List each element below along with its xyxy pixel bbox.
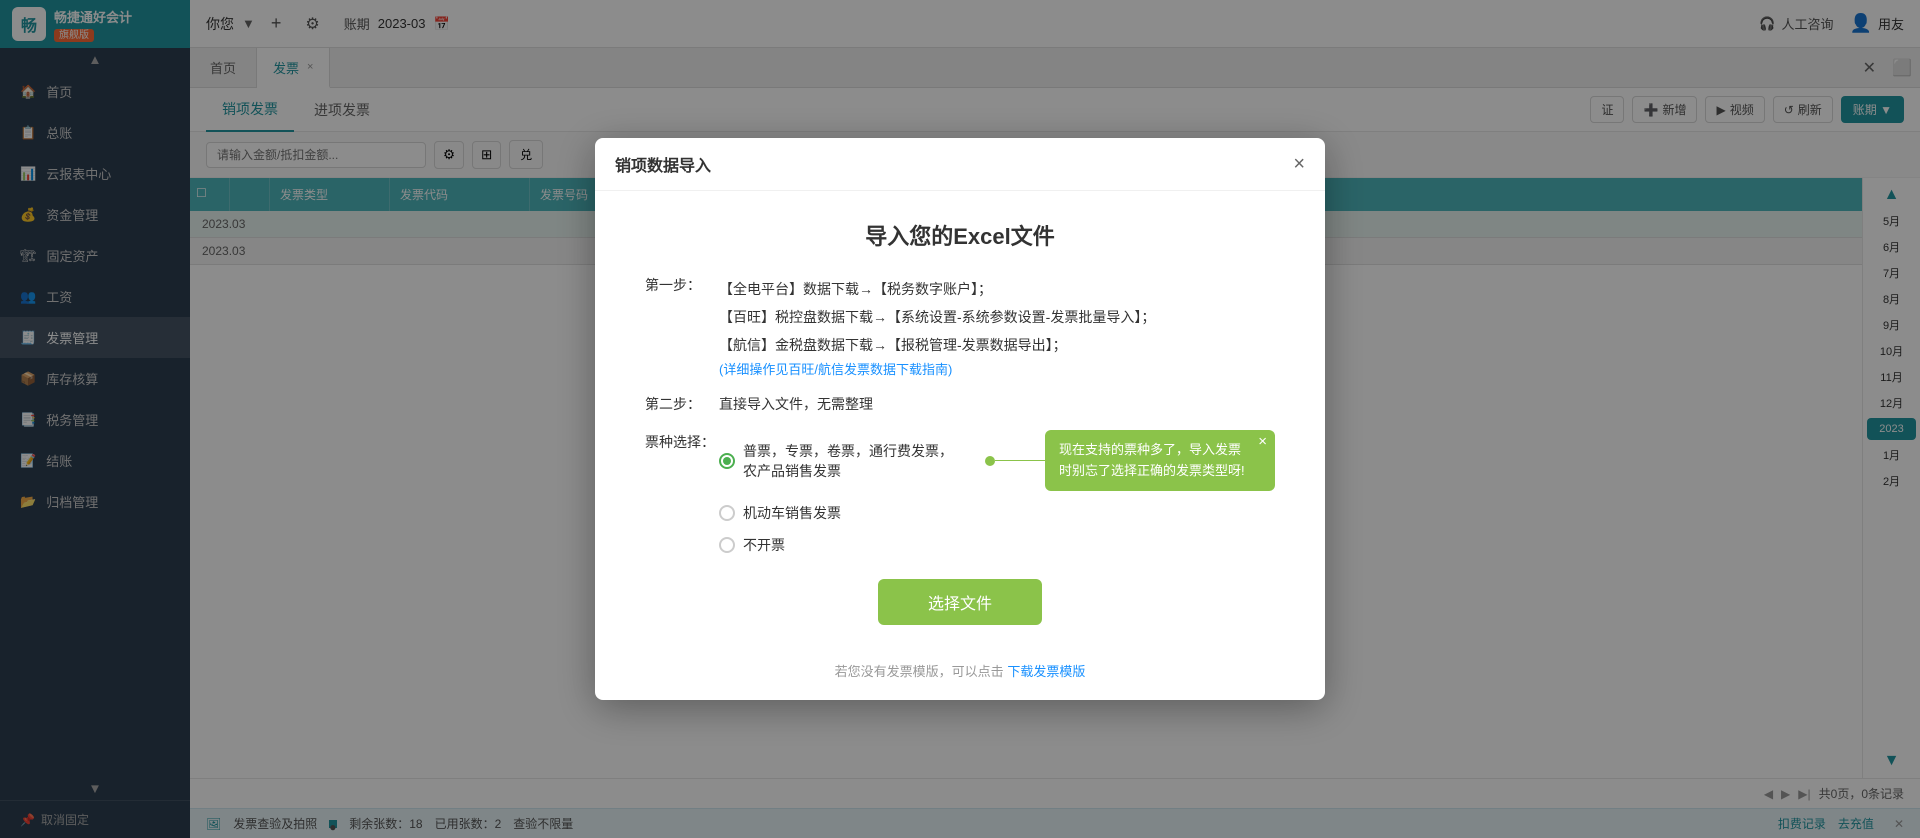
step1-line2: 【百旺】税控盘数据下载→【系统设置-系统参数设置-发票批量导入】； [719,303,1155,331]
step2-content: 直接导入文件，无需整理 [719,394,873,414]
radio-circle-1 [719,453,735,469]
tooltip-box: × 现在支持的票种多了，导入发票时别忘了选择正确的发票类型呀! [1045,430,1275,492]
step2-label: 第二步： [645,394,715,414]
tooltip-close-btn[interactable]: × [1258,434,1267,449]
radio-option-2[interactable]: 机动车销售发票 [719,503,1275,523]
tooltip-text: 现在支持的票种多了，导入发票时别忘了选择正确的发票类型呀! [1059,440,1261,482]
modal-footer-text: 若您没有发票模版，可以点击 [835,664,1004,679]
step1-label: 第一步： [645,275,715,295]
radio-option-1[interactable]: 普票，专票，卷票，通行费发票，农产品销售发票 × 现在支持的票种多了，导入发票时… [719,430,1275,492]
modal-main-title: 导入您的Excel文件 [645,219,1275,251]
download-template-link[interactable]: 下载发票模版 [1007,664,1085,679]
step1-line1: 【全电平台】数据下载→【税务数字账户】； [719,275,1155,303]
radio-circle-2 [719,505,735,521]
modal-close-btn[interactable]: × [1293,154,1305,174]
modal-title: 销项数据导入 [615,152,711,176]
radio-circle-3 [719,537,735,553]
modal-overlay: 销项数据导入 × 导入您的Excel文件 第一步： 【全电平台】数据下载→【税务… [0,0,1920,838]
radio-label: 票种选择： [645,430,715,452]
radio-option-3[interactable]: 不开票 [719,535,1275,555]
modal: 销项数据导入 × 导入您的Excel文件 第一步： 【全电平台】数据下载→【税务… [595,138,1325,701]
select-file-btn[interactable]: 选择文件 [878,579,1042,625]
step1-link[interactable]: (详细操作见百旺/航信发票数据下载指南) [719,362,952,377]
step1-line3: 【航信】金税盘数据下载→【报税管理-发票数据导出】； [719,331,1155,359]
